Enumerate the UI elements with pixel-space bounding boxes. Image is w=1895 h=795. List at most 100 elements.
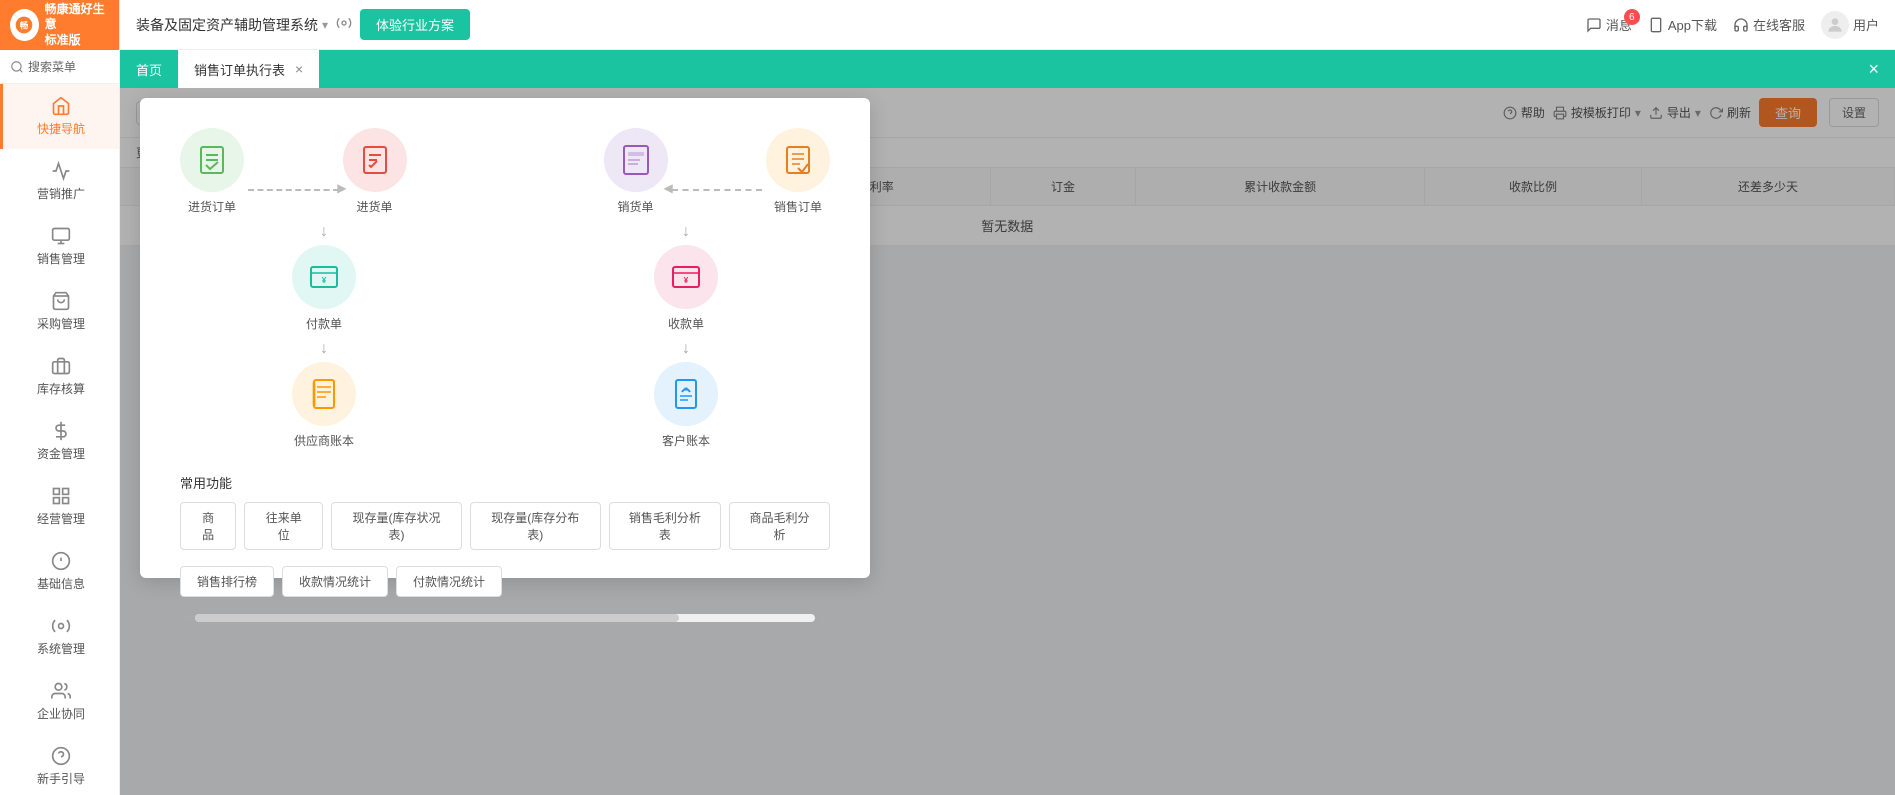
flow-node-payment-bill[interactable]: ¥ 付款单 [292,245,356,332]
sidebar-item-basic-info[interactable]: 基础信息 [0,539,119,604]
flow-row-arrows2: ↓ ↓ [180,340,830,358]
purchase-bill-icon [357,142,393,178]
purchase-order-circle [180,128,244,192]
message-icon [1586,17,1602,33]
flow-node-sales-bill[interactable]: 销货单 [604,128,668,215]
arrow-p-order-to-p-bill: ▶ [244,189,343,215]
modal-scrollbar[interactable] [195,614,815,622]
func-btn[interactable]: 销售排行榜 [180,566,274,597]
flow-node-receipt-bill[interactable]: ¥ 收款单 [654,245,718,332]
sidebar-item-inventory[interactable]: 库存核算 [0,344,119,409]
basic-info-icon [51,551,71,571]
tab-home[interactable]: 首页 [120,50,178,88]
sidebar-item-system[interactable]: 系统管理 [0,604,119,669]
sidebar-item-purchase[interactable]: 采购管理 [0,279,119,344]
svg-text:畅: 畅 [20,20,29,30]
customer-ledger-circle [654,362,718,426]
app-download-label: App下载 [1668,15,1717,34]
sidebar-item-basic-info-label: 基础信息 [37,575,85,592]
message-btn[interactable]: 消息 6 [1586,15,1632,34]
purchase-order-icon [194,142,230,178]
sidebar-item-finance[interactable]: 资金管理 [0,409,119,474]
func-btn[interactable]: 付款情况统计 [396,566,502,597]
logo-text: 畅康通好生意 标准版 [45,2,109,49]
header-settings-icon[interactable] [336,15,352,34]
system-title: 装备及固定资产辅助管理系统 [136,15,318,35]
flow-row-arrows: ↓ ↓ [180,223,830,241]
down-arrow-payment: ↓ [292,340,356,358]
system-icon [51,616,71,636]
customer-ledger-icon [668,376,704,412]
func-btn[interactable]: 销售毛利分析表 [609,502,721,550]
sidebar-item-guide[interactable]: 新手引导 [0,734,119,795]
modal-scrollbar-thumb [195,614,679,622]
flow-row-3: 供应商账本 客户账本 [180,362,830,449]
flow-node-customer-ledger[interactable]: 客户账本 [654,362,718,449]
user-label: 用户 [1853,15,1879,34]
func-btn[interactable]: 商品 [180,502,236,550]
customer-service-btn[interactable]: 在线客服 [1733,15,1805,34]
sidebar-item-sales[interactable]: 销售管理 [0,214,119,279]
sidebar-nav: 快捷导航 营销推广 销售管理 采购管理 库存核算 资金管理 经营管理 基础信息 [0,84,119,795]
receipt-bill-icon: ¥ [668,259,704,295]
sidebar-item-marketing-label: 营销推广 [37,185,85,202]
tab-sales-order-label: 销售订单执行表 [194,60,285,79]
sidebar-item-sales-label: 销售管理 [37,250,85,267]
sidebar-search[interactable]: 搜索菜单 [0,50,119,84]
guide-icon [51,746,71,766]
tabbar: 首页 销售订单执行表 × × [120,50,1895,88]
svg-text:¥: ¥ [684,276,689,285]
down-arrow-purchase: ↓ [292,223,356,241]
sidebar-item-inventory-label: 库存核算 [37,380,85,397]
sidebar-item-enterprise[interactable]: 企业协同 [0,669,119,734]
flow-node-supplier-ledger[interactable]: 供应商账本 [292,362,356,449]
sidebar-logo: 畅 畅康通好生意 标准版 [0,0,119,50]
sales-icon [51,226,71,246]
sidebar-item-quick-nav-label: 快捷导航 [37,120,85,137]
flow-node-purchase-bill[interactable]: 进货单 [343,128,407,215]
payment-bill-label: 付款单 [306,315,342,332]
purchase-bill-label: 进货单 [356,198,392,215]
func-btn[interactable]: 商品毛利分析 [729,502,830,550]
system-title-area[interactable]: 装备及固定资产辅助管理系统 ▾ [136,15,328,35]
sidebar-item-purchase-label: 采购管理 [37,315,85,332]
func-btn[interactable]: 现存量(库存状况表) [331,502,462,550]
sales-bill-circle [604,128,668,192]
payment-bill-icon: ¥ [306,259,342,295]
app-download-btn[interactable]: App下载 [1648,15,1717,34]
func-btn[interactable]: 往来单位 [244,502,323,550]
supplier-ledger-circle [292,362,356,426]
supplier-ledger-icon [306,376,342,412]
sidebar-item-guide-label: 新手引导 [37,770,85,787]
sidebar-item-marketing[interactable]: 营销推广 [0,149,119,214]
sales-bill-label: 销货单 [617,198,653,215]
scroll-right-btn[interactable]: ▶ [819,609,830,626]
flow-diagram: 进货订单 ▶ [180,128,830,465]
purchase-bill-circle [343,128,407,192]
sidebar-item-operations-label: 经营管理 [37,510,85,527]
customer-ledger-label: 客户账本 [662,432,710,449]
modal-overlay[interactable]: 进货订单 ▶ [120,88,1895,795]
customer-service-label: 在线客服 [1753,15,1805,34]
down-arrow-receipt: ↓ [654,340,718,358]
sales-bill-icon [618,142,654,178]
flow-modal: 进货订单 ▶ [140,98,870,578]
enterprise-icon [51,681,71,701]
tab-sales-order[interactable]: 销售订单执行表 × [178,50,319,88]
sales-order-icon [780,142,816,178]
experience-btn[interactable]: 体验行业方案 [360,9,470,40]
func-btn[interactable]: 现存量(库存分布表) [470,502,601,550]
flow-node-purchase-order[interactable]: 进货订单 [180,128,244,215]
flow-node-sales-order[interactable]: 销售订单 [766,128,830,215]
func-btn[interactable]: 收款情况统计 [282,566,388,597]
tab-close-btn[interactable]: × [295,61,303,77]
payment-bill-circle: ¥ [292,245,356,309]
tabbar-close-all-btn[interactable]: × [1852,59,1895,80]
down-arrow-sales: ↓ [654,223,718,241]
sidebar-item-operations[interactable]: 经营管理 [0,474,119,539]
sidebar-item-quick-nav[interactable]: 快捷导航 [0,84,119,149]
tab-home-label: 首页 [136,60,162,79]
scroll-left-btn[interactable]: ◀ [180,609,191,626]
user-area[interactable]: 用户 [1821,11,1879,39]
purchase-order-label: 进货订单 [188,198,236,215]
